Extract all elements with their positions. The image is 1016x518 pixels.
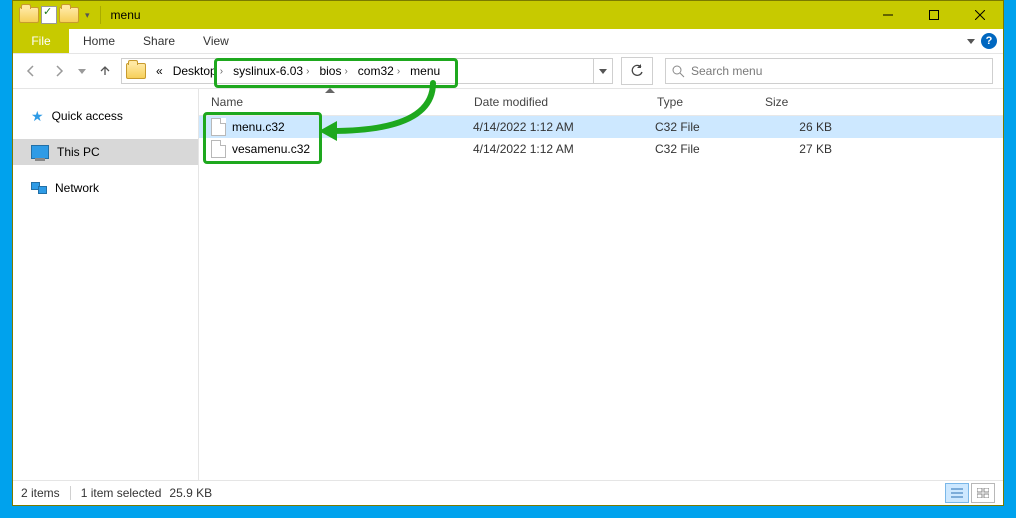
back-button[interactable]: [19, 59, 43, 83]
file-icon: [211, 118, 226, 136]
search-input[interactable]: Search menu: [665, 58, 993, 84]
nav-network[interactable]: Network: [13, 175, 198, 201]
nav-label: Quick access: [52, 109, 123, 123]
crumb-bios[interactable]: bios›: [315, 59, 353, 83]
qat-dropdown-icon[interactable]: ▾: [81, 10, 94, 21]
crumb-prefix[interactable]: «: [152, 59, 169, 83]
explorer-window: ▾ menu File Home Share View ? « Desktop›…: [12, 0, 1004, 506]
col-date[interactable]: Date modified: [462, 89, 645, 115]
crumb-menu[interactable]: menu: [406, 59, 446, 83]
nav-row: « Desktop› syslinux-6.03› bios› com32› m…: [13, 54, 1003, 89]
refresh-button[interactable]: [621, 57, 653, 85]
col-name[interactable]: Name: [199, 89, 462, 115]
status-size: 25.9 KB: [169, 486, 212, 500]
tab-file[interactable]: File: [13, 29, 69, 53]
ribbon: File Home Share View ?: [13, 29, 1003, 54]
column-headers: Name Date modified Type Size: [199, 89, 1003, 116]
body: ★ Quick access This PC Network Name Date…: [13, 89, 1003, 480]
address-folder-icon: [126, 63, 146, 79]
nav-this-pc[interactable]: This PC: [13, 139, 198, 165]
col-size[interactable]: Size: [753, 89, 836, 115]
file-size: 26 KB: [750, 120, 842, 134]
status-count: 2 items: [21, 486, 60, 500]
file-icon: [211, 140, 226, 158]
file-type: C32 File: [643, 120, 750, 134]
forward-button[interactable]: [47, 59, 71, 83]
qat-newfolder-icon[interactable]: [59, 7, 79, 23]
help-button[interactable]: ?: [981, 33, 997, 49]
crumb-com32[interactable]: com32›: [354, 59, 406, 83]
nav-pane: ★ Quick access This PC Network: [13, 89, 199, 480]
file-type: C32 File: [643, 142, 750, 156]
file-name: vesamenu.c32: [232, 142, 310, 156]
file-row[interactable]: menu.c32 4/14/2022 1:12 AMC32 File26 KB: [199, 116, 1003, 138]
address-bar[interactable]: « Desktop› syslinux-6.03› bios› com32› m…: [121, 58, 613, 84]
ribbon-collapse-icon[interactable]: [967, 39, 975, 44]
app-folder-icon: [19, 7, 39, 23]
file-date: 4/14/2022 1:12 AM: [461, 142, 643, 156]
qat: ▾: [13, 6, 94, 24]
title-bar: ▾ menu: [13, 1, 1003, 29]
file-size: 27 KB: [750, 142, 842, 156]
minimize-button[interactable]: [865, 1, 911, 29]
search-placeholder: Search menu: [691, 64, 762, 78]
view-large-button[interactable]: [971, 483, 995, 503]
nav-quick-access[interactable]: ★ Quick access: [13, 103, 198, 129]
up-button[interactable]: [93, 59, 117, 83]
pc-icon: [31, 145, 49, 159]
crumb-desktop[interactable]: Desktop›: [169, 59, 229, 83]
tab-view[interactable]: View: [189, 29, 243, 53]
window-title: menu: [107, 8, 141, 22]
sort-asc-icon: [325, 88, 335, 93]
file-list-pane: Name Date modified Type Size menu.c32 4/1…: [199, 89, 1003, 480]
network-icon: [31, 182, 47, 194]
file-row[interactable]: vesamenu.c32 4/14/2022 1:12 AMC32 File27 …: [199, 138, 1003, 160]
search-icon: [672, 65, 685, 78]
file-rows: menu.c32 4/14/2022 1:12 AMC32 File26 KB ve…: [199, 116, 1003, 160]
address-history-icon[interactable]: [593, 59, 612, 83]
nav-label: Network: [55, 181, 99, 195]
maximize-button[interactable]: [911, 1, 957, 29]
nav-label: This PC: [57, 145, 100, 159]
file-date: 4/14/2022 1:12 AM: [461, 120, 643, 134]
status-selected: 1 item selected: [81, 486, 162, 500]
crumb-syslinux[interactable]: syslinux-6.03›: [229, 59, 315, 83]
qat-properties-icon[interactable]: [41, 6, 57, 24]
tab-home[interactable]: Home: [69, 29, 129, 53]
file-name: menu.c32: [232, 120, 285, 134]
close-button[interactable]: [957, 1, 1003, 29]
star-icon: ★: [31, 108, 44, 125]
recent-dropdown-icon[interactable]: [75, 59, 89, 83]
view-details-button[interactable]: [945, 483, 969, 503]
tab-share[interactable]: Share: [129, 29, 189, 53]
status-bar: 2 items 1 item selected 25.9 KB: [13, 480, 1003, 505]
col-type[interactable]: Type: [645, 89, 753, 115]
